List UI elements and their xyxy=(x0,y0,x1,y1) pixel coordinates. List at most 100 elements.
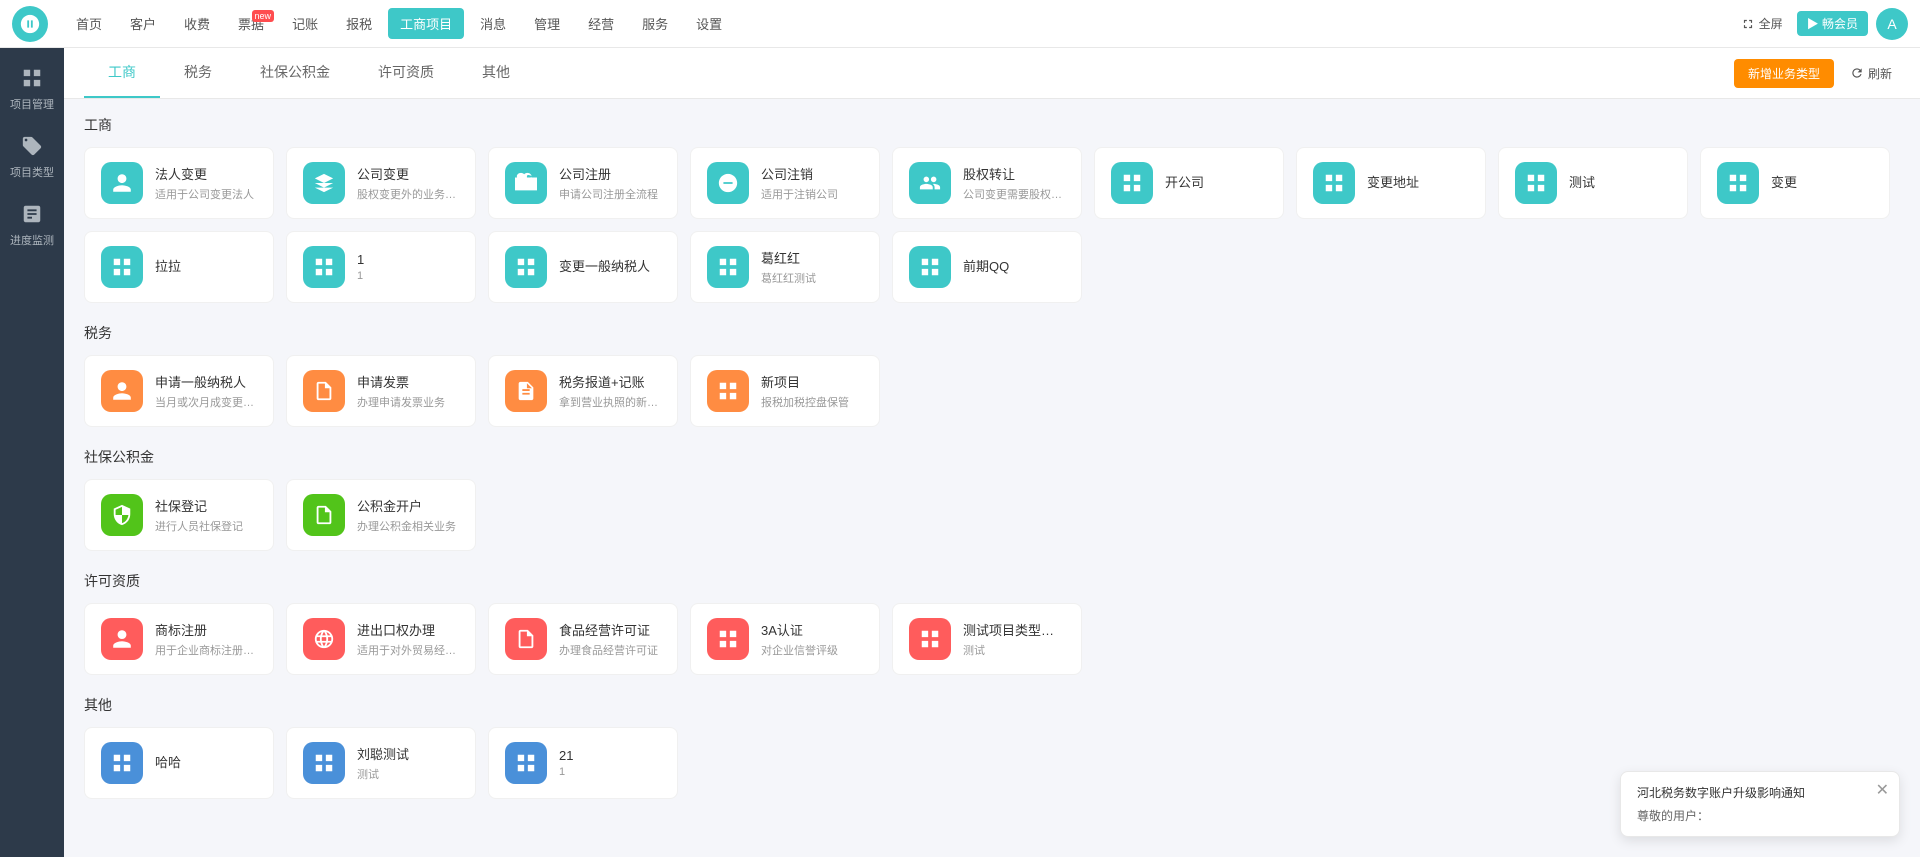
nav-right: 全屏 ▶ 畅会员 A xyxy=(1735,8,1908,40)
card-info: 商标注册 用于企业商标注册服务 xyxy=(155,620,257,658)
nav-billing[interactable]: 收费 xyxy=(172,8,222,39)
card-info: 哈哈 xyxy=(155,752,257,774)
nav-operation[interactable]: 经营 xyxy=(576,8,626,39)
card-desc: 申请公司注册全流程 xyxy=(559,186,661,202)
nav-items: 首页 客户 收费 票据 new 记账 报税 工商项目 消息 管理 经营 服务 设… xyxy=(64,8,1735,39)
card-apply-invoice[interactable]: 申请发票 办理申请发票业务 xyxy=(286,355,476,427)
card-info: 测试 xyxy=(1569,172,1671,194)
card-info: 1 1 xyxy=(357,252,459,282)
card-info: 申请发票 办理申请发票业务 xyxy=(357,372,459,410)
card-change-address[interactable]: 变更地址 xyxy=(1296,147,1486,219)
add-type-button[interactable]: 新增业务类型 xyxy=(1734,59,1834,88)
card-qq[interactable]: 前期QQ xyxy=(892,231,1082,303)
card-open-company[interactable]: 开公司 xyxy=(1094,147,1284,219)
tabs: 工商 税务 社保公积金 许可资质 其他 xyxy=(84,48,534,98)
section-title-license: 许可资质 xyxy=(84,571,1900,591)
card-change-taxpayer[interactable]: 变更一般纳税人 xyxy=(488,231,678,303)
tabs-bar: 工商 税务 社保公积金 许可资质 其他 新增业务类型 刷新 xyxy=(64,48,1920,99)
card-info: 变更 xyxy=(1771,172,1873,194)
card-gehonghong[interactable]: 葛红红 葛红红测试 xyxy=(690,231,880,303)
card-test-type[interactable]: 测试项目类型目定义 测试 xyxy=(892,603,1082,675)
layout: 项目管理 项目类型 进度监测 工商 税务 社保公积金 许可资质 其他 xyxy=(0,48,1920,857)
card-one[interactable]: 1 1 xyxy=(286,231,476,303)
tab-social[interactable]: 社保公积金 xyxy=(236,48,354,98)
card-icon xyxy=(1717,162,1759,204)
tab-industry[interactable]: 工商 xyxy=(84,48,160,98)
card-social-register[interactable]: 社保登记 进行人员社保登记 xyxy=(84,479,274,551)
card-food-license[interactable]: 食品经营许可证 办理食品经营许可证 xyxy=(488,603,678,675)
card-icon xyxy=(101,494,143,536)
card-title: 变更地址 xyxy=(1367,172,1469,191)
tab-tax[interactable]: 税务 xyxy=(160,48,236,98)
card-new-project[interactable]: 新项目 报税加税控盘保管 xyxy=(690,355,880,427)
card-title: 进出口权办理 xyxy=(357,620,459,639)
card-3a-cert[interactable]: 3A认证 对企业信誉评级 xyxy=(690,603,880,675)
card-icon xyxy=(909,246,951,288)
card-title: 公司注销 xyxy=(761,164,863,183)
card-haha[interactable]: 哈哈 xyxy=(84,727,274,799)
card-title: 1 xyxy=(357,252,459,267)
card-test[interactable]: 测试 xyxy=(1498,147,1688,219)
card-info: 新项目 报税加税控盘保管 xyxy=(761,372,863,410)
sidebar-item-project-type[interactable]: 项目类型 xyxy=(4,124,60,188)
fullscreen-button[interactable]: 全屏 xyxy=(1735,11,1789,36)
card-company-register[interactable]: 公司注册 申请公司注册全流程 xyxy=(488,147,678,219)
cards-grid-social: 社保登记 进行人员社保登记 公积金开户 办理公积金相关业务 xyxy=(84,479,1900,551)
card-icon xyxy=(505,162,547,204)
nav-accounting[interactable]: 记账 xyxy=(280,8,330,39)
sidebar-item-progress[interactable]: 进度监测 xyxy=(4,192,60,256)
sidebar-item-project-manage[interactable]: 项目管理 xyxy=(4,56,60,120)
card-title: 股权转让 xyxy=(963,164,1065,183)
tab-other[interactable]: 其他 xyxy=(458,48,534,98)
sidebar: 项目管理 项目类型 进度监测 xyxy=(0,48,64,857)
card-desc: 拿到营业执照的新公司 xyxy=(559,394,661,410)
nav-industry[interactable]: 工商项目 xyxy=(388,8,464,39)
card-title: 开公司 xyxy=(1165,172,1267,191)
card-info: 公积金开户 办理公积金相关业务 xyxy=(357,496,459,534)
card-icon xyxy=(303,742,345,784)
card-company-change[interactable]: 公司变更 股权变更外的业务变更 xyxy=(286,147,476,219)
notification-content: 尊敬的用户： xyxy=(1637,807,1883,824)
card-desc: 1 xyxy=(559,766,661,778)
card-icon xyxy=(101,246,143,288)
nav-message[interactable]: 消息 xyxy=(468,8,518,39)
section-title-social: 社保公积金 xyxy=(84,447,1900,467)
card-21[interactable]: 21 1 xyxy=(488,727,678,799)
avatar[interactable]: A xyxy=(1876,8,1908,40)
card-tax-report[interactable]: 税务报道+记账 拿到营业执照的新公司 xyxy=(488,355,678,427)
card-liucong[interactable]: 刘聪测试 测试 xyxy=(286,727,476,799)
notification-close[interactable]: ✕ xyxy=(1876,780,1889,800)
card-lala[interactable]: 拉拉 xyxy=(84,231,274,303)
card-title: 测试 xyxy=(1569,172,1671,191)
nav-customer[interactable]: 客户 xyxy=(118,8,168,39)
card-change[interactable]: 变更 xyxy=(1700,147,1890,219)
card-trademark[interactable]: 商标注册 用于企业商标注册服务 xyxy=(84,603,274,675)
vip-button[interactable]: ▶ 畅会员 xyxy=(1797,11,1868,36)
nav-manage[interactable]: 管理 xyxy=(522,8,572,39)
card-import-export[interactable]: 进出口权办理 适用于对外贸易经营者 xyxy=(286,603,476,675)
card-desc: 葛红红测试 xyxy=(761,270,863,286)
card-title: 变更 xyxy=(1771,172,1873,191)
notification: ✕ 河北税务数字账户升级影响通知 尊敬的用户： xyxy=(1620,771,1900,837)
card-apply-taxpayer[interactable]: 申请一般纳税人 当月或次月成变更完成 xyxy=(84,355,274,427)
tab-license[interactable]: 许可资质 xyxy=(354,48,458,98)
card-desc: 公司变更需要股权转让 xyxy=(963,186,1065,202)
card-icon xyxy=(909,162,951,204)
nav-ticket[interactable]: 票据 new xyxy=(226,8,276,39)
card-icon xyxy=(101,618,143,660)
card-desc: 适用于公司变更法人 xyxy=(155,186,257,202)
logo[interactable] xyxy=(12,6,48,42)
notification-title: 河北税务数字账户升级影响通知 xyxy=(1637,784,1883,801)
refresh-button[interactable]: 刷新 xyxy=(1842,61,1900,86)
card-title: 商标注册 xyxy=(155,620,257,639)
card-legal-change[interactable]: 法人变更 适用于公司变更法人 xyxy=(84,147,274,219)
card-equity-transfer[interactable]: 股权转让 公司变更需要股权转让 xyxy=(892,147,1082,219)
card-company-cancel[interactable]: 公司注销 适用于注销公司 xyxy=(690,147,880,219)
nav-tax[interactable]: 报税 xyxy=(334,8,384,39)
card-provident-fund[interactable]: 公积金开户 办理公积金相关业务 xyxy=(286,479,476,551)
nav-service[interactable]: 服务 xyxy=(630,8,680,39)
card-desc: 用于企业商标注册服务 xyxy=(155,642,257,658)
card-info: 申请一般纳税人 当月或次月成变更完成 xyxy=(155,372,257,410)
nav-settings[interactable]: 设置 xyxy=(684,8,734,39)
nav-home[interactable]: 首页 xyxy=(64,8,114,39)
